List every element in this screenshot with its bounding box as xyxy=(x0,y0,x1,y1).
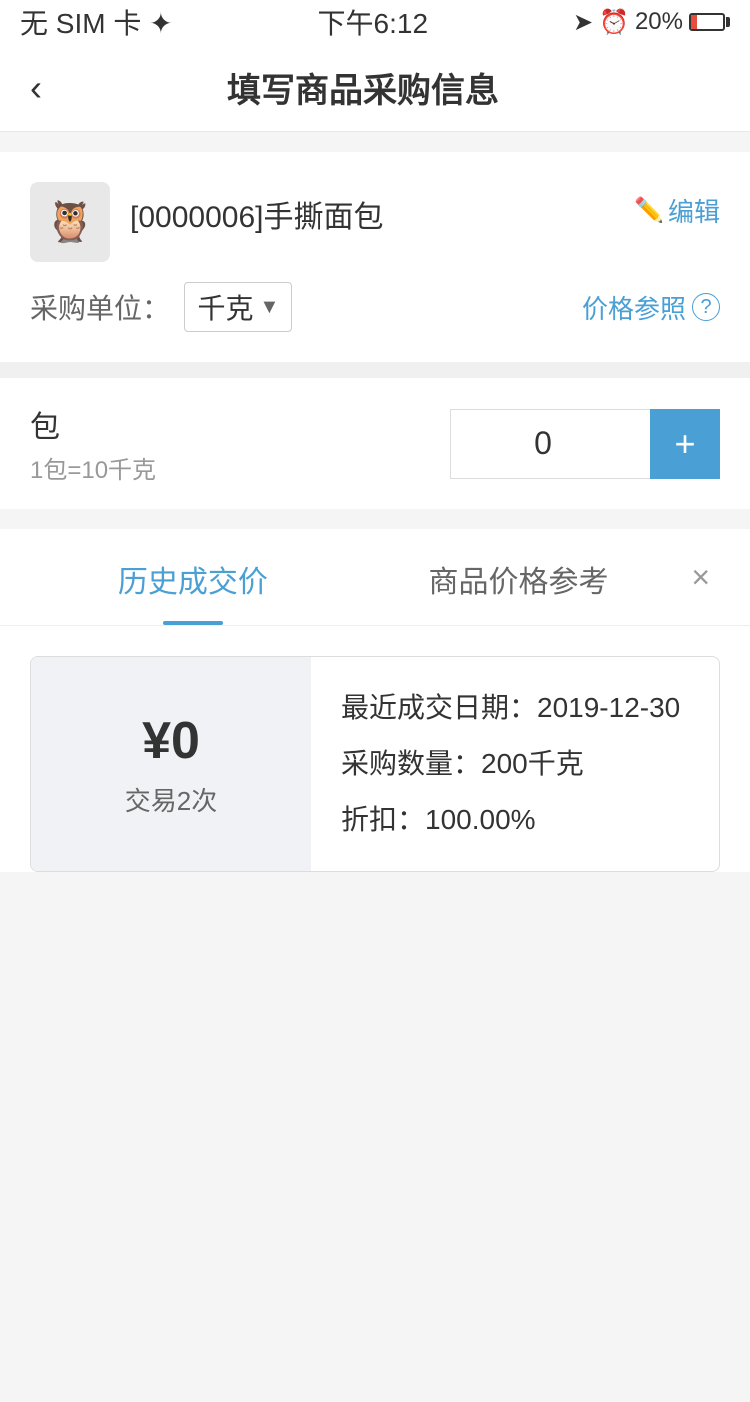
discount-value: 100.00% xyxy=(425,804,536,835)
tabs-section: 历史成交价 商品价格参考 × ¥0 交易2次 最近成交日期：2019-12-30… xyxy=(0,529,750,872)
recent-date-label: 最近成交日期： xyxy=(341,692,537,723)
quantity-unit-info: 包 1包=10千克 xyxy=(30,402,450,485)
unit-value: 千克 xyxy=(197,287,253,327)
status-bar: 无 SIM 卡 ✦ 下午6:12 ➤ ⏰ 20% xyxy=(0,0,750,44)
transaction-card: ¥0 交易2次 最近成交日期：2019-12-30 采购数量：200千克 折扣：… xyxy=(30,656,720,872)
purchase-qty-value: 200千克 xyxy=(481,748,584,779)
transaction-summary: ¥0 交易2次 xyxy=(31,657,311,871)
quantity-plus-button[interactable]: + xyxy=(650,409,720,479)
divider xyxy=(0,362,750,378)
transaction-details: 最近成交日期：2019-12-30 采购数量：200千克 折扣：100.00% xyxy=(311,657,719,871)
tab-close-button[interactable]: × xyxy=(681,549,720,606)
product-image: 🦉 xyxy=(30,182,110,262)
quantity-unit-main: 包 xyxy=(30,402,450,446)
page-title: 填写商品采购信息 xyxy=(62,63,664,112)
tab-history-price[interactable]: 历史成交价 xyxy=(30,529,356,625)
tab-product-price-ref[interactable]: 商品价格参考 xyxy=(356,529,682,625)
purchase-qty-row: 采购数量：200千克 xyxy=(341,743,689,785)
discount-label: 折扣： xyxy=(341,804,425,835)
quantity-row: 包 1包=10千克 + xyxy=(0,378,750,509)
edit-icon: ✏️ xyxy=(634,196,664,225)
battery-percent: 20% xyxy=(635,8,683,36)
quantity-unit-sub: 1包=10千克 xyxy=(30,450,450,485)
status-time: 下午6:12 xyxy=(318,2,429,42)
question-icon: ? xyxy=(692,293,720,321)
battery-icon xyxy=(689,13,730,31)
nav-bar: ‹ 填写商品采购信息 xyxy=(0,44,750,132)
edit-label: 编辑 xyxy=(668,192,720,229)
location-icon: ➤ xyxy=(573,8,593,37)
alarm-icon: ⏰ xyxy=(599,8,629,37)
price-ref-button[interactable]: 价格参照 ? xyxy=(582,289,720,326)
purchase-qty-label: 采购数量： xyxy=(341,748,481,779)
quantity-input[interactable] xyxy=(450,409,650,479)
status-left: 无 SIM 卡 ✦ xyxy=(20,2,173,42)
transaction-count: 交易2次 xyxy=(125,781,217,818)
edit-button[interactable]: ✏️ 编辑 xyxy=(634,182,720,229)
discount-row: 折扣：100.00% xyxy=(341,799,689,841)
transaction-price: ¥0 xyxy=(142,711,200,771)
back-button[interactable]: ‹ xyxy=(30,67,42,109)
product-card: 🦉 [0000006]手撕面包 ✏️ 编辑 采购单位： 千克 ▼ 价格参照 ? xyxy=(0,152,750,362)
page-background xyxy=(0,902,750,1402)
product-info: 🦉 [0000006]手撕面包 xyxy=(30,182,383,262)
recent-date-value: 2019-12-30 xyxy=(537,692,680,723)
quantity-control: + xyxy=(450,409,720,479)
product-name: [0000006]手撕面包 xyxy=(130,182,383,236)
unit-select[interactable]: 千克 ▼ xyxy=(184,282,292,332)
unit-arrow-icon: ▼ xyxy=(259,296,279,319)
unit-selector-group: 采购单位： 千克 ▼ xyxy=(30,282,292,332)
status-right: ➤ ⏰ 20% xyxy=(573,8,730,37)
unit-label: 采购单位： xyxy=(30,293,170,324)
recent-date-row: 最近成交日期：2019-12-30 xyxy=(341,687,689,729)
product-logo: 🦉 xyxy=(45,202,95,242)
price-ref-label: 价格参照 xyxy=(582,289,686,326)
tabs-header: 历史成交价 商品价格参考 × xyxy=(0,529,750,626)
